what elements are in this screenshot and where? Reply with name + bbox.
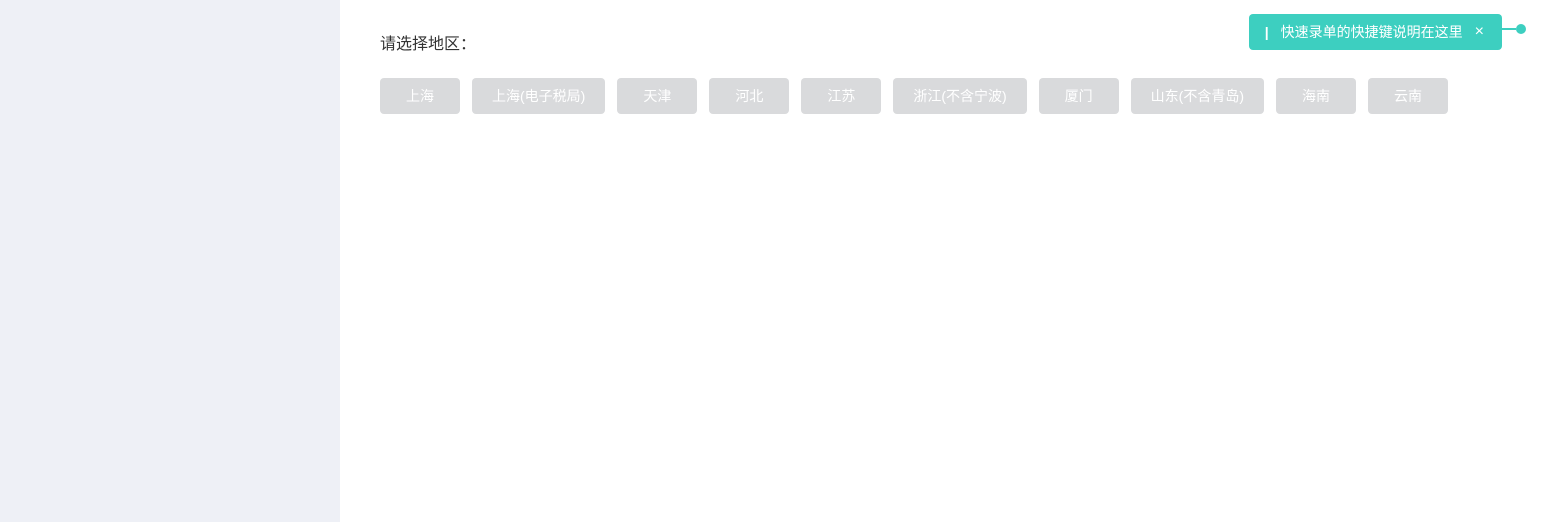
tooltip-connector-dot [1516, 24, 1526, 34]
region-button-9[interactable]: 云南 [1368, 78, 1448, 114]
sidebar [0, 0, 340, 522]
tooltip-close-button[interactable]: × [1473, 24, 1486, 40]
main-content: 请选择地区： 上海上海(电子税局)天津河北江苏浙江(不含宁波)厦门山东(不含青岛… [340, 0, 1562, 522]
region-button-3[interactable]: 河北 [709, 78, 789, 114]
region-button-8[interactable]: 海南 [1276, 78, 1356, 114]
tooltip-connector-line [1498, 28, 1516, 30]
region-button-6[interactable]: 厦门 [1039, 78, 1119, 114]
tooltip-banner: 快速录单的快捷键说明在这里 × [1249, 14, 1502, 50]
region-button-4[interactable]: 江苏 [801, 78, 881, 114]
region-button-2[interactable]: 天津 [617, 78, 697, 114]
region-button-0[interactable]: 上海 [380, 78, 460, 114]
region-button-1[interactable]: 上海(电子税局) [472, 78, 605, 114]
region-button-7[interactable]: 山东(不含青岛) [1131, 78, 1264, 114]
region-button-5[interactable]: 浙江(不含宁波) [893, 78, 1026, 114]
region-buttons-container: 上海上海(电子税局) 天津河北江苏浙江(不含宁波) 厦门山东(不含青岛) 海南云南 [380, 78, 1522, 114]
tooltip-text: 快速录单的快捷键说明在这里 [1281, 22, 1463, 42]
